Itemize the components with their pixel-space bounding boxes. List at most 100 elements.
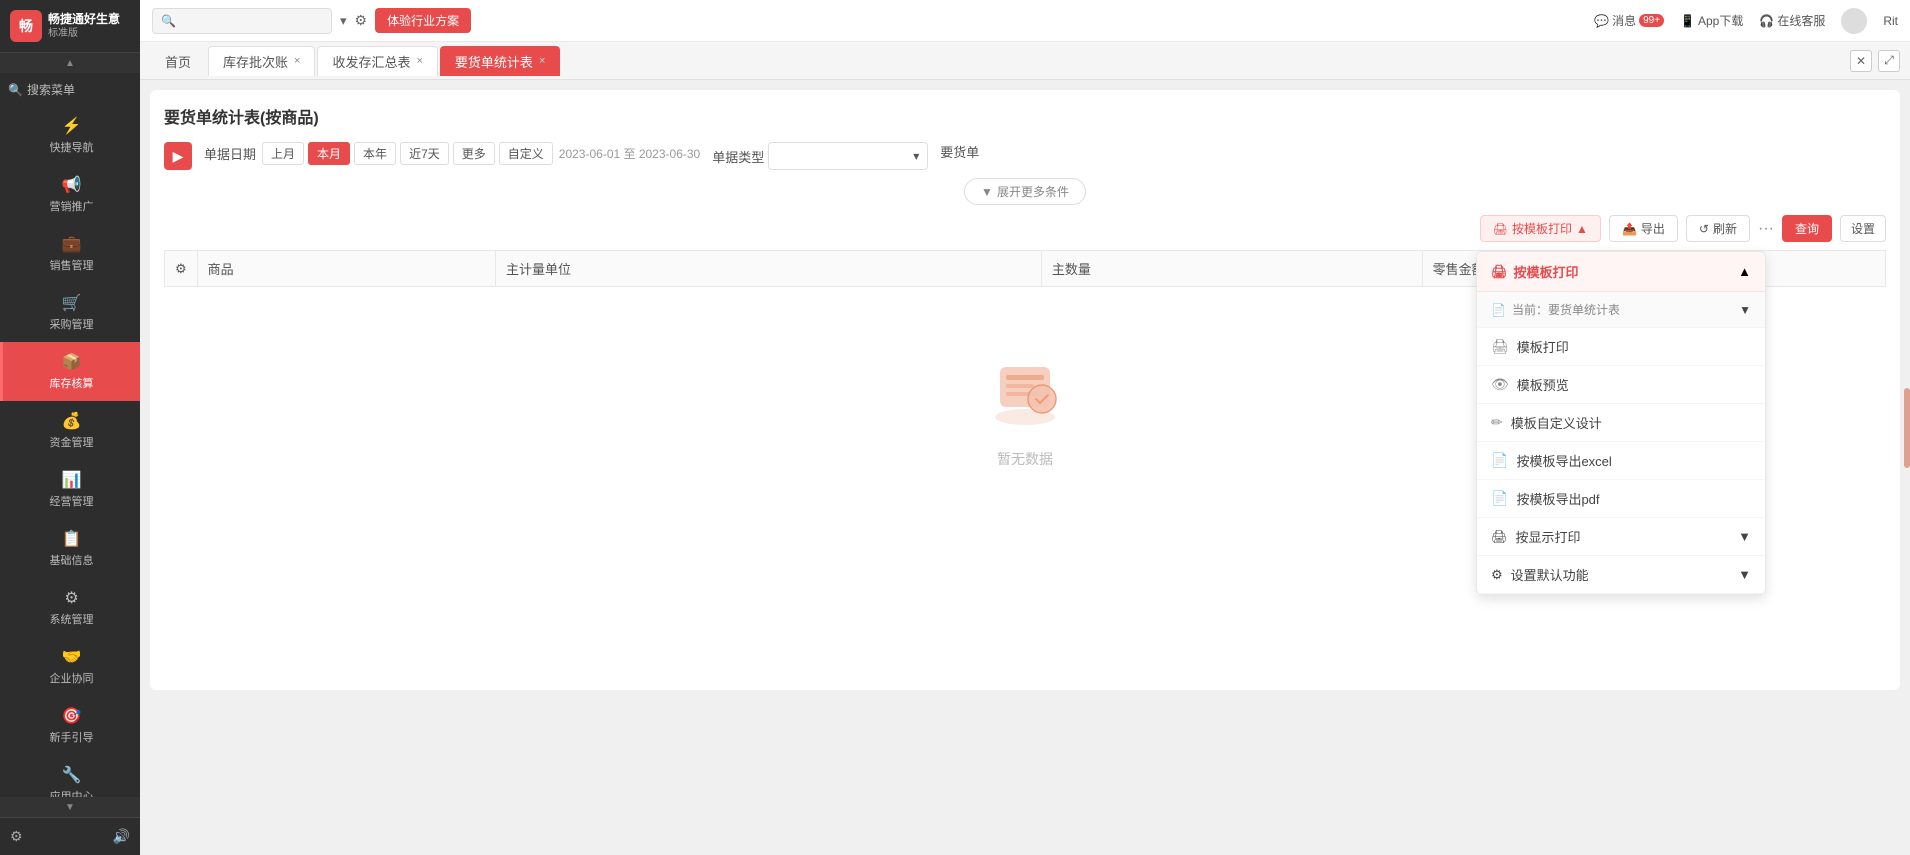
trial-button[interactable]: 体验行业方案 — [375, 8, 471, 33]
sidebar-search[interactable]: 🔍 搜索菜单 — [0, 73, 140, 106]
settings-button[interactable]: 设置 — [1840, 215, 1886, 242]
tab-order-stats-close[interactable]: × — [539, 55, 545, 67]
sidebar-scroll-up[interactable]: ▲ — [0, 53, 140, 73]
tab-close-all-button[interactable]: ✕ — [1850, 50, 1872, 72]
sidebar-item-marketing[interactable]: 📢 营销推广 — [0, 165, 140, 224]
sidebar-item-system[interactable]: ⚙ 系统管理 — [0, 578, 140, 637]
display-print-item[interactable]: 🖨 按显示打印 ▼ — [1477, 518, 1765, 556]
empty-text: 暂无数据 — [997, 449, 1053, 469]
template-preview-item[interactable]: 👁 模板预览 — [1477, 366, 1765, 404]
print-icon: 🖨 — [1493, 222, 1508, 236]
current-arrow-icon: ▼ — [1739, 303, 1751, 317]
collab-icon: 🤝 — [62, 647, 82, 667]
print-dropdown-menu: 🖨 按模板打印 ▲ 📄 当前：要货单统计表 ▼ 🖨 模板打印 — [1476, 251, 1766, 595]
expand-more-button[interactable]: ▼ 展开更多条件 — [964, 178, 1086, 205]
type-select-box[interactable]: ▾ — [768, 142, 928, 170]
topbar: 🔍 ▾ ⚙ 体验行业方案 💬 消息 99+ 📱 App下载 🎧 在线客服 — [140, 0, 1910, 42]
messages-badge: 99+ — [1639, 14, 1664, 27]
tab-batch-accounts[interactable]: 库存批次账 × — [208, 46, 315, 76]
period-last-month[interactable]: 上月 — [262, 142, 304, 165]
operations-icon: 📊 — [62, 470, 82, 490]
topbar-search[interactable]: 🔍 — [152, 8, 332, 34]
print-dropdown-collapse-icon: ▲ — [1738, 264, 1751, 279]
tabs-controls: ✕ ⤢ — [1850, 50, 1900, 72]
period-this-month[interactable]: 本月 — [308, 142, 350, 165]
topbar-left: 🔍 ▾ ⚙ 体验行业方案 — [152, 8, 471, 34]
table-settings-th[interactable]: ⚙ — [165, 251, 198, 287]
sidebar-item-inventory[interactable]: 📦 库存核算 — [0, 342, 140, 401]
tab-batch-accounts-close[interactable]: × — [294, 55, 300, 67]
query-button[interactable]: 查询 — [1782, 215, 1832, 242]
user-avatar[interactable] — [1841, 8, 1867, 34]
more-options-icon[interactable]: ··· — [1758, 220, 1774, 238]
newbie-icon: 🎯 — [62, 706, 82, 726]
select-arrow-icon: ▾ — [913, 149, 919, 163]
logo-text: 畅捷通好生意 标准版 — [48, 12, 120, 41]
print-header-icon: 🖨 — [1491, 264, 1508, 280]
user-name[interactable]: Rit — [1883, 14, 1898, 28]
date-filter-group: 单据日期 上月 本月 本年 近7天 更多 自定义 2023-06-01 至 20… — [204, 142, 700, 165]
template-export-excel-item[interactable]: 📄 按模板导出excel — [1477, 442, 1765, 480]
logo-icon: 畅 — [10, 10, 42, 42]
tab-receipt-summary[interactable]: 收发存汇总表 × — [317, 46, 437, 76]
type-filter-group: 单据类型 ▾ — [712, 142, 928, 170]
filter-bar: ▶ 单据日期 上月 本月 本年 近7天 更多 自定义 2023-06-01 至 … — [164, 142, 1886, 170]
print-dropdown-header[interactable]: 🖨 按模板打印 ▲ — [1477, 252, 1765, 292]
message-icon: 💬 — [1594, 14, 1609, 28]
col-quantity: 主数量 — [1041, 251, 1422, 287]
topbar-search-icon: 🔍 — [161, 14, 176, 28]
export-pdf-icon: 📄 — [1491, 490, 1508, 507]
period-custom[interactable]: 自定义 — [499, 142, 553, 165]
content-card: 要货单统计表(按商品) ▶ 单据日期 上月 本月 本年 近7天 更多 自定义 2… — [150, 90, 1900, 690]
sidebar-item-newbie[interactable]: 🎯 新手引导 — [0, 696, 140, 755]
refresh-button[interactable]: ↺ 刷新 — [1686, 215, 1750, 242]
online-service-item[interactable]: 🎧 在线客服 — [1759, 12, 1825, 29]
template-print-item[interactable]: 🖨 模板打印 — [1477, 328, 1765, 366]
settings-icon[interactable]: ⚙ — [10, 828, 23, 845]
tab-home[interactable]: 首页 — [150, 46, 206, 76]
template-export-pdf-item[interactable]: 📄 按模板导出pdf — [1477, 480, 1765, 518]
sidebar-item-quick-nav[interactable]: ⚡ 快捷导航 — [0, 106, 140, 165]
print-template-button[interactable]: 🖨 按模板打印 ▲ — [1480, 215, 1601, 242]
sidebar-item-finance[interactable]: 💰 资金管理 — [0, 401, 140, 460]
topbar-dropdown[interactable]: ▾ — [340, 13, 347, 29]
sidebar-item-purchase[interactable]: 🛒 采购管理 — [0, 283, 140, 342]
tabs-bar: 首页 库存批次账 × 收发存汇总表 × 要货单统计表 × ✕ ⤢ — [140, 42, 1910, 80]
topbar-gear-icon[interactable]: ⚙ — [355, 12, 368, 29]
finance-icon: 💰 — [62, 411, 82, 431]
period-more[interactable]: 更多 — [453, 142, 495, 165]
col-product: 商品 — [197, 251, 495, 287]
sidebar-item-sales[interactable]: 💼 销售管理 — [0, 224, 140, 283]
default-function-item[interactable]: ⚙ 设置默认功能 ▼ — [1477, 556, 1765, 594]
app-logo: 畅 畅捷通好生意 标准版 — [0, 0, 140, 53]
sidebar-item-operations[interactable]: 📊 经营管理 — [0, 460, 140, 519]
sidebar-scroll-down[interactable]: ▼ — [0, 797, 140, 817]
filter-toggle-button[interactable]: ▶ — [164, 142, 192, 170]
quick-nav-icon: ⚡ — [62, 116, 82, 136]
messages-item[interactable]: 💬 消息 99+ — [1594, 12, 1664, 29]
sidebar-item-collab[interactable]: 🤝 企业协同 — [0, 637, 140, 696]
sales-icon: 💼 — [62, 234, 82, 254]
inventory-icon: 📦 — [62, 352, 82, 372]
sidebar-scroll: ⚡ 快捷导航 📢 营销推广 💼 销售管理 🛒 采购管理 📦 库存核算 💰 资金管… — [0, 106, 140, 797]
period-7days[interactable]: 近7天 — [400, 142, 449, 165]
tab-receipt-summary-close[interactable]: × — [416, 55, 422, 67]
app-download-item[interactable]: 📱 App下载 — [1680, 12, 1743, 29]
date-period-buttons: 上月 本月 本年 近7天 更多 自定义 — [262, 142, 553, 165]
sidebar-item-basics[interactable]: 📋 基础信息 — [0, 519, 140, 578]
date-range-text: 2023-06-01 至 2023-06-30 — [559, 145, 700, 162]
export-icon: 📤 — [1622, 222, 1637, 236]
period-this-year[interactable]: 本年 — [354, 142, 396, 165]
volume-icon[interactable]: 🔊 — [113, 828, 130, 845]
appstore-icon: 🔧 — [62, 765, 82, 785]
default-func-arrow: ▼ — [1738, 567, 1751, 582]
right-scrollbar[interactable] — [1904, 388, 1910, 468]
sidebar-item-appstore[interactable]: 🔧 应用中心 — [0, 755, 140, 797]
tab-order-stats[interactable]: 要货单统计表 × — [440, 46, 560, 76]
tab-expand-button[interactable]: ⤢ — [1878, 50, 1900, 72]
table-toolbar: 🖨 按模板打印 ▲ 📤 导出 ↺ 刷新 ··· 查询 设置 — [164, 215, 1886, 242]
expand-more-section: ▼ 展开更多条件 — [164, 178, 1886, 205]
print-current-label: 📄 当前：要货单统计表 ▼ — [1477, 292, 1765, 328]
export-button[interactable]: 📤 导出 — [1609, 215, 1678, 242]
template-design-item[interactable]: ✏ 模板自定义设计 — [1477, 404, 1765, 442]
